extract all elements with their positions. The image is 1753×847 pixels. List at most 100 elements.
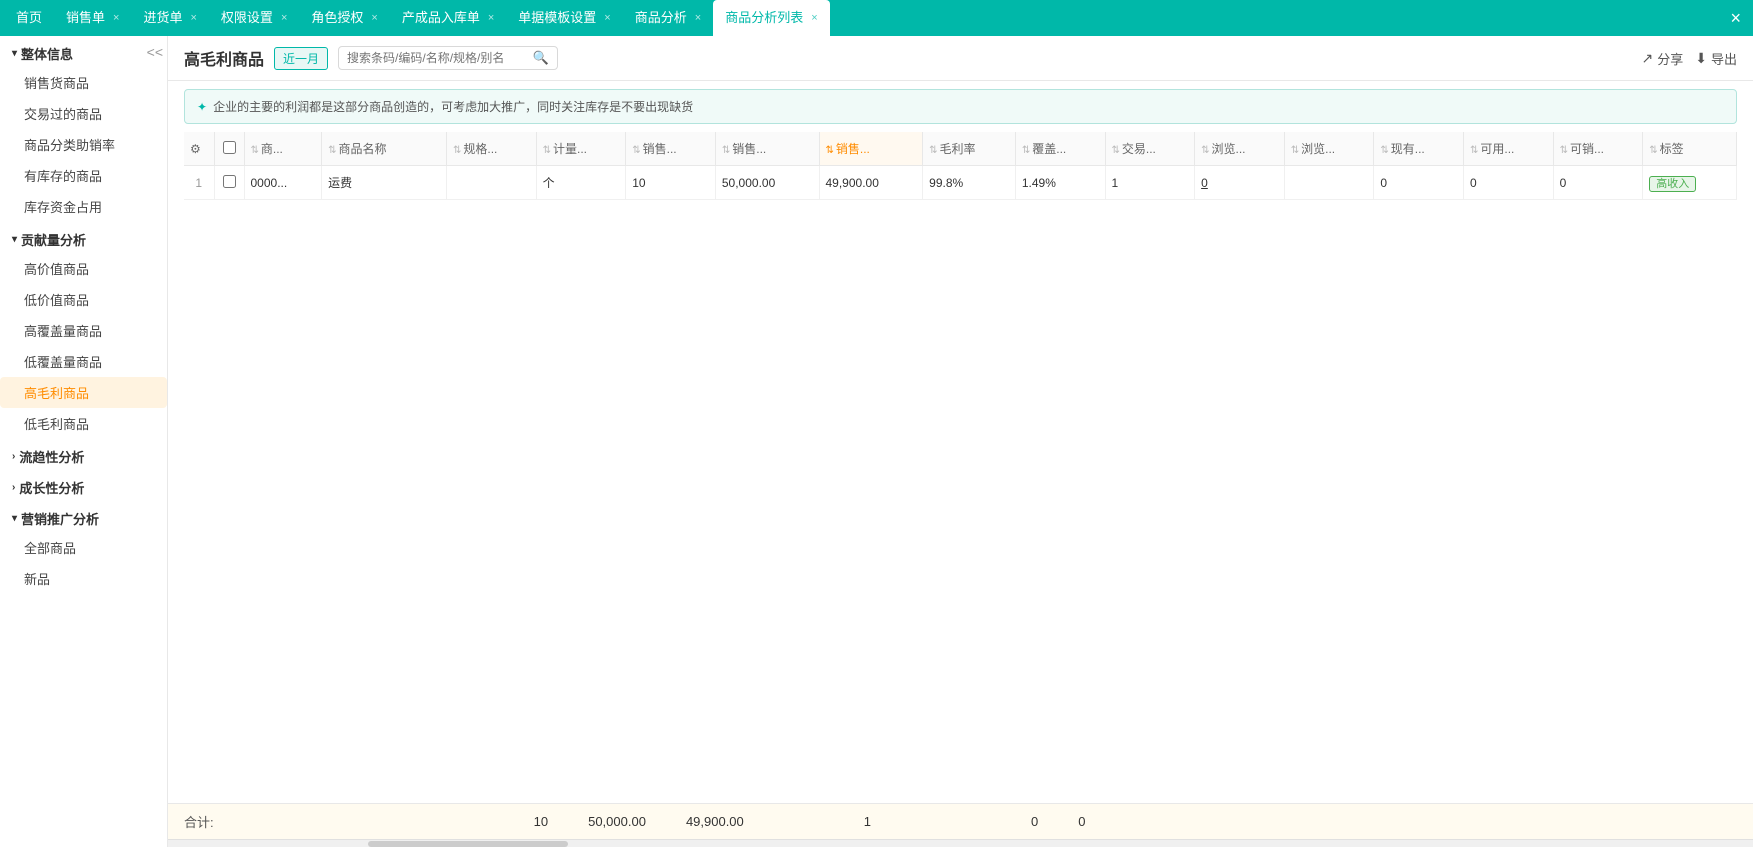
sidebar-group-growth[interactable]: › 成长性分析 <box>0 470 167 501</box>
sidebar-item-high-gross[interactable]: 高毛利商品 <box>0 377 167 408</box>
col-stock[interactable]: ⇅现有... <box>1374 132 1464 166</box>
sort-icon: ⇅ <box>632 145 640 156</box>
col-code[interactable]: ⇅商... <box>244 132 322 166</box>
col-tag[interactable]: ⇅标签 <box>1643 132 1737 166</box>
sidebar-item-sales-goods[interactable]: 销售货商品 <box>0 67 167 98</box>
nav-role-auth[interactable]: 角色授权 × <box>299 0 389 36</box>
page-title: 高毛利商品 <box>184 46 264 70</box>
sidebar-item-all-goods[interactable]: 全部商品 <box>0 532 167 563</box>
row-checkbox[interactable] <box>223 175 236 188</box>
sidebar-item-traded-goods[interactable]: 交易过的商品 <box>0 98 167 129</box>
close-icon[interactable]: × <box>695 0 701 36</box>
col-sales3[interactable]: ⇅销售... <box>819 132 923 166</box>
nav-sales-order[interactable]: 销售单 × <box>54 0 131 36</box>
table-container: ⚙ ⇅商... ⇅商品名称 ⇅规格... <box>168 132 1753 803</box>
col-sales1[interactable]: ⇅销售... <box>626 132 716 166</box>
footer-sales3: 49,900.00 <box>686 814 744 829</box>
row-code: 0000... <box>244 166 322 200</box>
chevron-down-icon: ▾ <box>12 513 17 524</box>
share-icon: ↗ <box>1642 50 1654 67</box>
sort-icon: ⇅ <box>1470 145 1478 156</box>
horizontal-scrollbar[interactable] <box>168 839 1753 847</box>
export-button[interactable]: ⬇ 导出 <box>1695 49 1737 68</box>
col-sales2[interactable]: ⇅销售... <box>715 132 819 166</box>
col-spec[interactable]: ⇅规格... <box>446 132 536 166</box>
row-saleable: 0 <box>1553 166 1643 200</box>
tag-badge: 高收入 <box>1649 176 1696 192</box>
content-header: 高毛利商品 近一月 🔍 ↗ 分享 ⬇ 导出 <box>168 36 1753 81</box>
sidebar-item-new-goods[interactable]: 新品 <box>0 563 167 594</box>
info-banner: ✦ 企业的主要的利润都是这部分商品创造的，可考虑加大推广，同时关注库存是不要出现… <box>184 89 1737 124</box>
time-filter-button[interactable]: 近一月 <box>274 47 328 70</box>
sidebar-group-contribution[interactable]: ▾ 贡献量分析 <box>0 222 167 253</box>
sidebar-item-high-value[interactable]: 高价值商品 <box>0 253 167 284</box>
select-all-checkbox[interactable] <box>223 141 236 154</box>
chevron-right-icon: › <box>12 451 15 462</box>
row-browse1[interactable]: 0 <box>1195 166 1285 200</box>
sidebar-group-marketing[interactable]: ▾ 营销推广分析 <box>0 501 167 532</box>
col-available[interactable]: ⇅可用... <box>1464 132 1554 166</box>
content-area: 高毛利商品 近一月 🔍 ↗ 分享 ⬇ 导出 ✦ 企业的主要的利润都是这部分商品创… <box>168 36 1753 847</box>
chevron-down-icon: ▾ <box>12 48 17 59</box>
sidebar-item-low-value[interactable]: 低价值商品 <box>0 284 167 315</box>
main-layout: << ▾ 整体信息 销售货商品 交易过的商品 商品分类助销率 有库存的商品 库存… <box>0 36 1753 847</box>
close-icon[interactable]: × <box>371 0 377 36</box>
footer-available: 0 <box>1078 814 1085 829</box>
col-name[interactable]: ⇅商品名称 <box>322 132 447 166</box>
sidebar-group-overall[interactable]: ▾ 整体信息 <box>0 36 167 67</box>
search-box: 🔍 <box>338 46 558 70</box>
scrollbar-thumb[interactable] <box>368 841 568 847</box>
col-browse1[interactable]: ⇅浏览... <box>1195 132 1285 166</box>
settings-icon[interactable]: ⚙ <box>190 142 201 156</box>
row-sales3: 49,900.00 <box>819 166 923 200</box>
col-unit[interactable]: ⇅计量... <box>536 132 626 166</box>
col-browse2[interactable]: ⇅浏览... <box>1284 132 1374 166</box>
sidebar-item-low-gross[interactable]: 低毛利商品 <box>0 408 167 439</box>
sort-icon: ⇅ <box>453 145 461 156</box>
nav-permission-settings[interactable]: 权限设置 × <box>209 0 299 36</box>
sidebar-item-stock-goods[interactable]: 有库存的商品 <box>0 160 167 191</box>
sidebar-toggle-button[interactable]: << <box>147 44 163 60</box>
footer-transaction: 1 <box>864 814 871 829</box>
sidebar-item-high-coverage[interactable]: 高覆盖量商品 <box>0 315 167 346</box>
sort-icon: ⇅ <box>722 145 730 156</box>
col-gross-rate[interactable]: ⇅毛利率 <box>923 132 1016 166</box>
close-icon[interactable]: × <box>811 0 817 36</box>
content-footer: 合计: 10 50,000.00 49,900.00 1 0 0 <box>168 803 1753 839</box>
close-icon[interactable]: × <box>113 0 119 36</box>
nav-home[interactable]: 首页 <box>4 0 54 36</box>
nav-production-inbound[interactable]: 产成品入库单 × <box>390 0 506 36</box>
sort-icon: ⇅ <box>328 145 336 156</box>
close-icon[interactable]: × <box>190 0 196 36</box>
search-icon[interactable]: 🔍 <box>533 50 549 66</box>
nav-goods-analysis-list[interactable]: 商品分析列表 × <box>713 0 829 36</box>
nav-goods-analysis[interactable]: 商品分析 × <box>623 0 713 36</box>
table-row: 1 0000... 运费 <box>184 166 1737 200</box>
sort-icon: ⇅ <box>929 145 937 156</box>
share-button[interactable]: ↗ 分享 <box>1642 49 1684 68</box>
row-name: 运费 <box>322 166 447 200</box>
close-icon[interactable]: × <box>604 0 610 36</box>
col-coverage[interactable]: ⇅覆盖... <box>1015 132 1105 166</box>
col-checkbox <box>214 132 244 166</box>
data-table: ⚙ ⇅商... ⇅商品名称 ⇅规格... <box>184 132 1737 200</box>
sidebar-item-low-coverage[interactable]: 低覆盖量商品 <box>0 346 167 377</box>
close-all-button[interactable]: × <box>1722 8 1749 29</box>
sort-icon: ⇅ <box>1649 145 1657 156</box>
col-transaction[interactable]: ⇅交易... <box>1105 132 1195 166</box>
search-input[interactable] <box>347 51 527 65</box>
col-saleable[interactable]: ⇅可销... <box>1553 132 1643 166</box>
sidebar-item-category-assist[interactable]: 商品分类助销率 <box>0 129 167 160</box>
row-browse2 <box>1284 166 1374 200</box>
nav-template-settings[interactable]: 单据模板设置 × <box>506 0 622 36</box>
sort-icon: ⇅ <box>251 145 259 156</box>
close-icon[interactable]: × <box>488 0 494 36</box>
footer-stock: 0 <box>1031 814 1038 829</box>
sidebar-group-flow[interactable]: › 流趋性分析 <box>0 439 167 470</box>
row-checkbox-cell <box>214 166 244 200</box>
row-stock: 0 <box>1374 166 1464 200</box>
close-icon[interactable]: × <box>281 0 287 36</box>
sidebar-item-stock-capital[interactable]: 库存资金占用 <box>0 191 167 222</box>
nav-purchase-order[interactable]: 进货单 × <box>131 0 208 36</box>
row-coverage: 1.49% <box>1015 166 1105 200</box>
